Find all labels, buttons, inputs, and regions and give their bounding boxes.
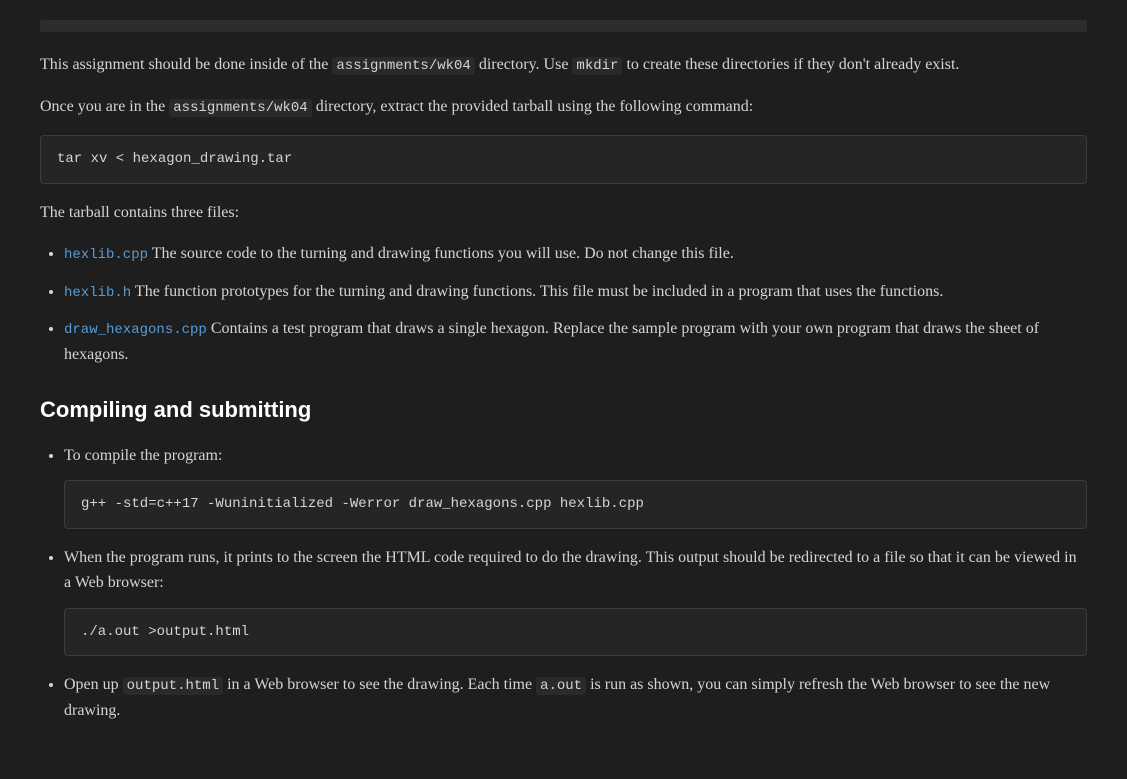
assignments-wk04-code-2: assignments/wk04 — [169, 99, 311, 117]
hexlib-h-link[interactable]: hexlib.h — [64, 285, 131, 301]
aout-command-text: ./a.out >output.html — [81, 624, 249, 640]
hexlib-cpp-link[interactable]: hexlib.cpp — [64, 247, 148, 263]
hexlib-h-description: The function prototypes for the turning … — [131, 283, 943, 300]
page-container: This assignment should be done inside of… — [0, 0, 1127, 779]
draw-hexagons-cpp-description: Contains a test program that draws a sin… — [64, 320, 1039, 363]
list-item: hexlib.cpp The source code to the turnin… — [64, 241, 1087, 267]
intro-p1-text-middle: directory. Use — [475, 56, 573, 73]
compile-command-text: g++ -std=c++17 -Wuninitialized -Werror d… — [81, 496, 644, 512]
open-browser-text-middle: in a Web browser to see the drawing. Eac… — [223, 676, 536, 693]
top-bar — [40, 20, 1087, 32]
compiling-section-heading: Compiling and submitting — [40, 392, 1087, 427]
output-html-code-1: output.html — [123, 677, 223, 695]
intro-p2-text-before: Once you are in the — [40, 98, 169, 115]
list-item: When the program runs, it prints to the … — [64, 545, 1087, 657]
compile-steps-list: To compile the program: g++ -std=c++17 -… — [40, 443, 1087, 724]
tarball-files-list: hexlib.cpp The source code to the turnin… — [40, 241, 1087, 367]
list-item: To compile the program: g++ -std=c++17 -… — [64, 443, 1087, 529]
extract-command-text: tar xv < hexagon_drawing.tar — [57, 151, 292, 167]
intro-p1-text-before: This assignment should be done inside of… — [40, 56, 332, 73]
intro-p1-text-after: to create these directories if they don'… — [622, 56, 959, 73]
list-item: Open up output.html in a Web browser to … — [64, 672, 1087, 723]
compile-step-1-text: To compile the program: — [64, 447, 222, 464]
aout-command-block: ./a.out >output.html — [64, 608, 1087, 656]
list-item: draw_hexagons.cpp Contains a test progra… — [64, 316, 1087, 367]
draw-hexagons-cpp-link[interactable]: draw_hexagons.cpp — [64, 322, 207, 338]
open-browser-text-before: Open up — [64, 676, 123, 693]
intro-paragraph-2: Once you are in the assignments/wk04 dir… — [40, 94, 1087, 120]
assignments-wk04-code-1: assignments/wk04 — [332, 57, 474, 75]
tarball-intro-text: The tarball contains three files: — [40, 200, 1087, 226]
compile-command-block: g++ -std=c++17 -Wuninitialized -Werror d… — [64, 480, 1087, 528]
list-item: hexlib.h The function prototypes for the… — [64, 279, 1087, 305]
hexlib-cpp-description: The source code to the turning and drawi… — [148, 245, 734, 262]
compile-step-2-text: When the program runs, it prints to the … — [64, 549, 1077, 592]
intro-paragraph-1: This assignment should be done inside of… — [40, 52, 1087, 78]
intro-p2-text-after: directory, extract the provided tarball … — [312, 98, 754, 115]
aout-code: a.out — [536, 677, 586, 695]
extract-command-block: tar xv < hexagon_drawing.tar — [40, 135, 1087, 183]
mkdir-code: mkdir — [572, 57, 622, 75]
